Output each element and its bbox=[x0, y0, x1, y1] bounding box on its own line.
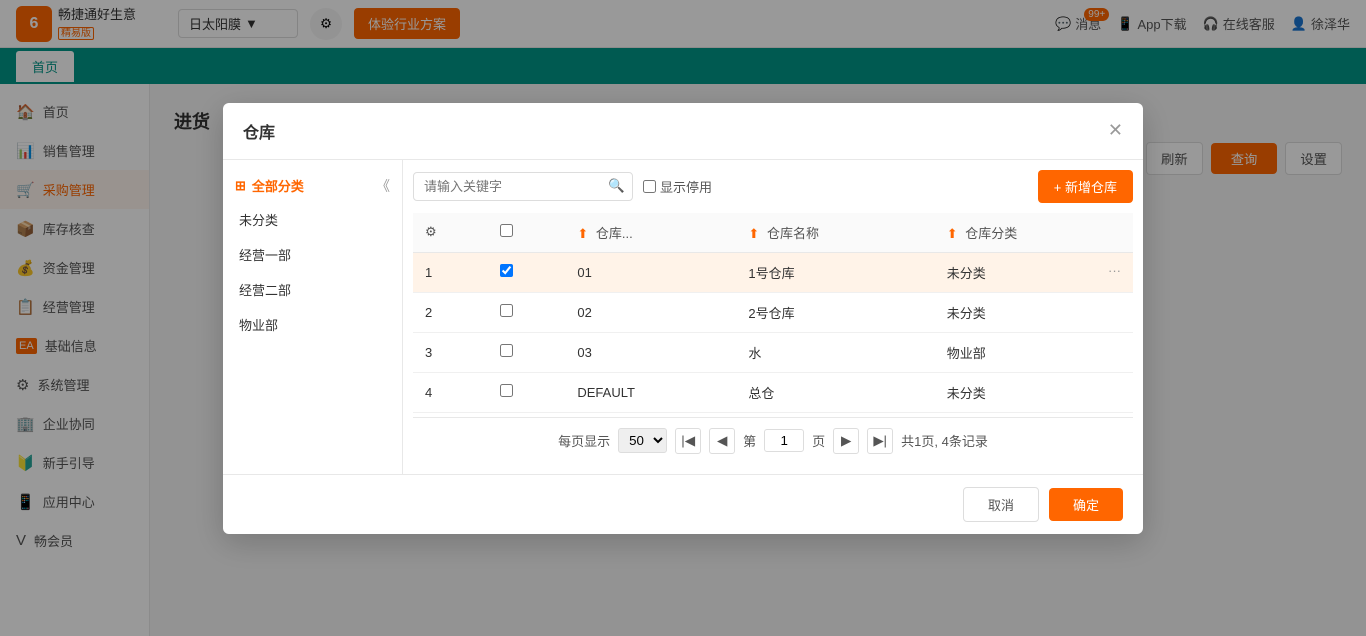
table-row[interactable]: 1 01 1号仓库 未分类··· bbox=[413, 252, 1133, 292]
category-item-1[interactable]: 经营一部 bbox=[223, 237, 402, 272]
dialog-body: ⊞ 全部分类 《 未分类 经营一部 经营二部 物业部 bbox=[223, 160, 1143, 474]
search-wrap: 🔍 bbox=[413, 172, 633, 201]
row-code: 02 bbox=[565, 292, 736, 332]
row-name: 总仓 bbox=[736, 372, 934, 412]
category-item-0[interactable]: 未分类 bbox=[223, 202, 402, 237]
col-settings: ⚙ bbox=[413, 213, 488, 253]
col-select bbox=[488, 213, 566, 253]
row-no: 4 bbox=[413, 372, 488, 412]
row-category: 未分类 bbox=[935, 372, 1133, 412]
confirm-button[interactable]: 确定 bbox=[1049, 488, 1123, 521]
row-no: 2 bbox=[413, 292, 488, 332]
table-row[interactable]: 4 DEFAULT 总仓 未分类 bbox=[413, 372, 1133, 412]
first-page-button[interactable]: |◀ bbox=[675, 428, 701, 454]
category-panel: ⊞ 全部分类 《 未分类 经营一部 经营二部 物业部 bbox=[223, 160, 403, 474]
row-name: 水 bbox=[736, 332, 934, 372]
row-category: 未分类 bbox=[935, 292, 1133, 332]
col-code: ⬆ 仓库... bbox=[565, 213, 736, 253]
page-input[interactable] bbox=[764, 429, 804, 452]
category-all-item[interactable]: ⊞ 全部分类 bbox=[235, 176, 304, 195]
table-row[interactable]: 2 02 2号仓库 未分类 bbox=[413, 292, 1133, 332]
next-page-button[interactable]: ▶ bbox=[833, 428, 859, 454]
page-suffix: 页 bbox=[812, 431, 825, 450]
row-no: 1 bbox=[413, 252, 488, 292]
cancel-button[interactable]: 取消 bbox=[963, 487, 1039, 522]
row-code: 03 bbox=[565, 332, 736, 372]
last-page-button[interactable]: ▶| bbox=[867, 428, 893, 454]
dialog-toolbar: 🔍 显示停用 + 新增仓库 bbox=[413, 170, 1133, 203]
category-item-2[interactable]: 经营二部 bbox=[223, 272, 402, 307]
modal-overlay: 仓库 ✕ ⊞ 全部分类 《 未分类 经营一部 bbox=[0, 0, 1366, 636]
row-no: 3 bbox=[413, 332, 488, 372]
row-code: DEFAULT bbox=[565, 372, 736, 412]
add-warehouse-button[interactable]: + 新增仓库 bbox=[1038, 170, 1133, 203]
dialog-close-button[interactable]: ✕ bbox=[1108, 120, 1123, 141]
pagination: 每页显示 50 |◀ ◀ 第 页 ▶ ▶| 共1页, 4条记录 bbox=[413, 417, 1133, 464]
dialog-header: 仓库 ✕ bbox=[223, 103, 1143, 160]
per-page-label: 每页显示 bbox=[558, 431, 610, 450]
table-panel: 🔍 显示停用 + 新增仓库 ⚙ bbox=[403, 160, 1143, 474]
settings-col-icon: ⚙ bbox=[425, 224, 437, 239]
prev-page-button[interactable]: ◀ bbox=[709, 428, 735, 454]
dialog-footer: 取消 确定 bbox=[223, 474, 1143, 534]
row-checkbox[interactable] bbox=[488, 252, 566, 292]
table-row[interactable]: 3 03 水 物业部 bbox=[413, 332, 1133, 372]
row-code: 01 bbox=[565, 252, 736, 292]
search-input[interactable] bbox=[413, 172, 633, 201]
row-category: 物业部 bbox=[935, 332, 1133, 372]
show-disabled-checkbox[interactable] bbox=[643, 180, 656, 193]
sort-icon: ⬆ bbox=[577, 226, 588, 241]
show-disabled-label[interactable]: 显示停用 bbox=[643, 177, 712, 196]
dialog-title: 仓库 bbox=[243, 119, 275, 143]
search-button[interactable]: 🔍 bbox=[608, 178, 625, 194]
row-checkbox[interactable] bbox=[488, 372, 566, 412]
collapse-button[interactable]: 《 bbox=[376, 176, 390, 196]
sort-icon3: ⬆ bbox=[947, 226, 958, 241]
page-label: 第 bbox=[743, 431, 756, 450]
row-name: 1号仓库 bbox=[736, 252, 934, 292]
per-page-select[interactable]: 50 bbox=[618, 428, 667, 453]
grid-icon: ⊞ bbox=[235, 178, 246, 194]
row-checkbox[interactable] bbox=[488, 292, 566, 332]
category-item-3[interactable]: 物业部 bbox=[223, 307, 402, 342]
row-category: 未分类··· bbox=[935, 252, 1133, 292]
page-summary: 共1页, 4条记录 bbox=[901, 431, 988, 450]
warehouse-table-wrap: ⚙ ⬆ 仓库... ⬆ 仓库名称 bbox=[413, 213, 1133, 413]
sort-icon2: ⬆ bbox=[748, 226, 759, 241]
row-name: 2号仓库 bbox=[736, 292, 934, 332]
warehouse-table: ⚙ ⬆ 仓库... ⬆ 仓库名称 bbox=[413, 213, 1133, 413]
row-checkbox[interactable] bbox=[488, 332, 566, 372]
col-category: ⬆ 仓库分类 bbox=[935, 213, 1133, 253]
col-name: ⬆ 仓库名称 bbox=[736, 213, 934, 253]
select-all-checkbox[interactable] bbox=[500, 224, 513, 237]
warehouse-dialog: 仓库 ✕ ⊞ 全部分类 《 未分类 经营一部 bbox=[223, 103, 1143, 534]
category-header: ⊞ 全部分类 《 bbox=[223, 170, 402, 202]
